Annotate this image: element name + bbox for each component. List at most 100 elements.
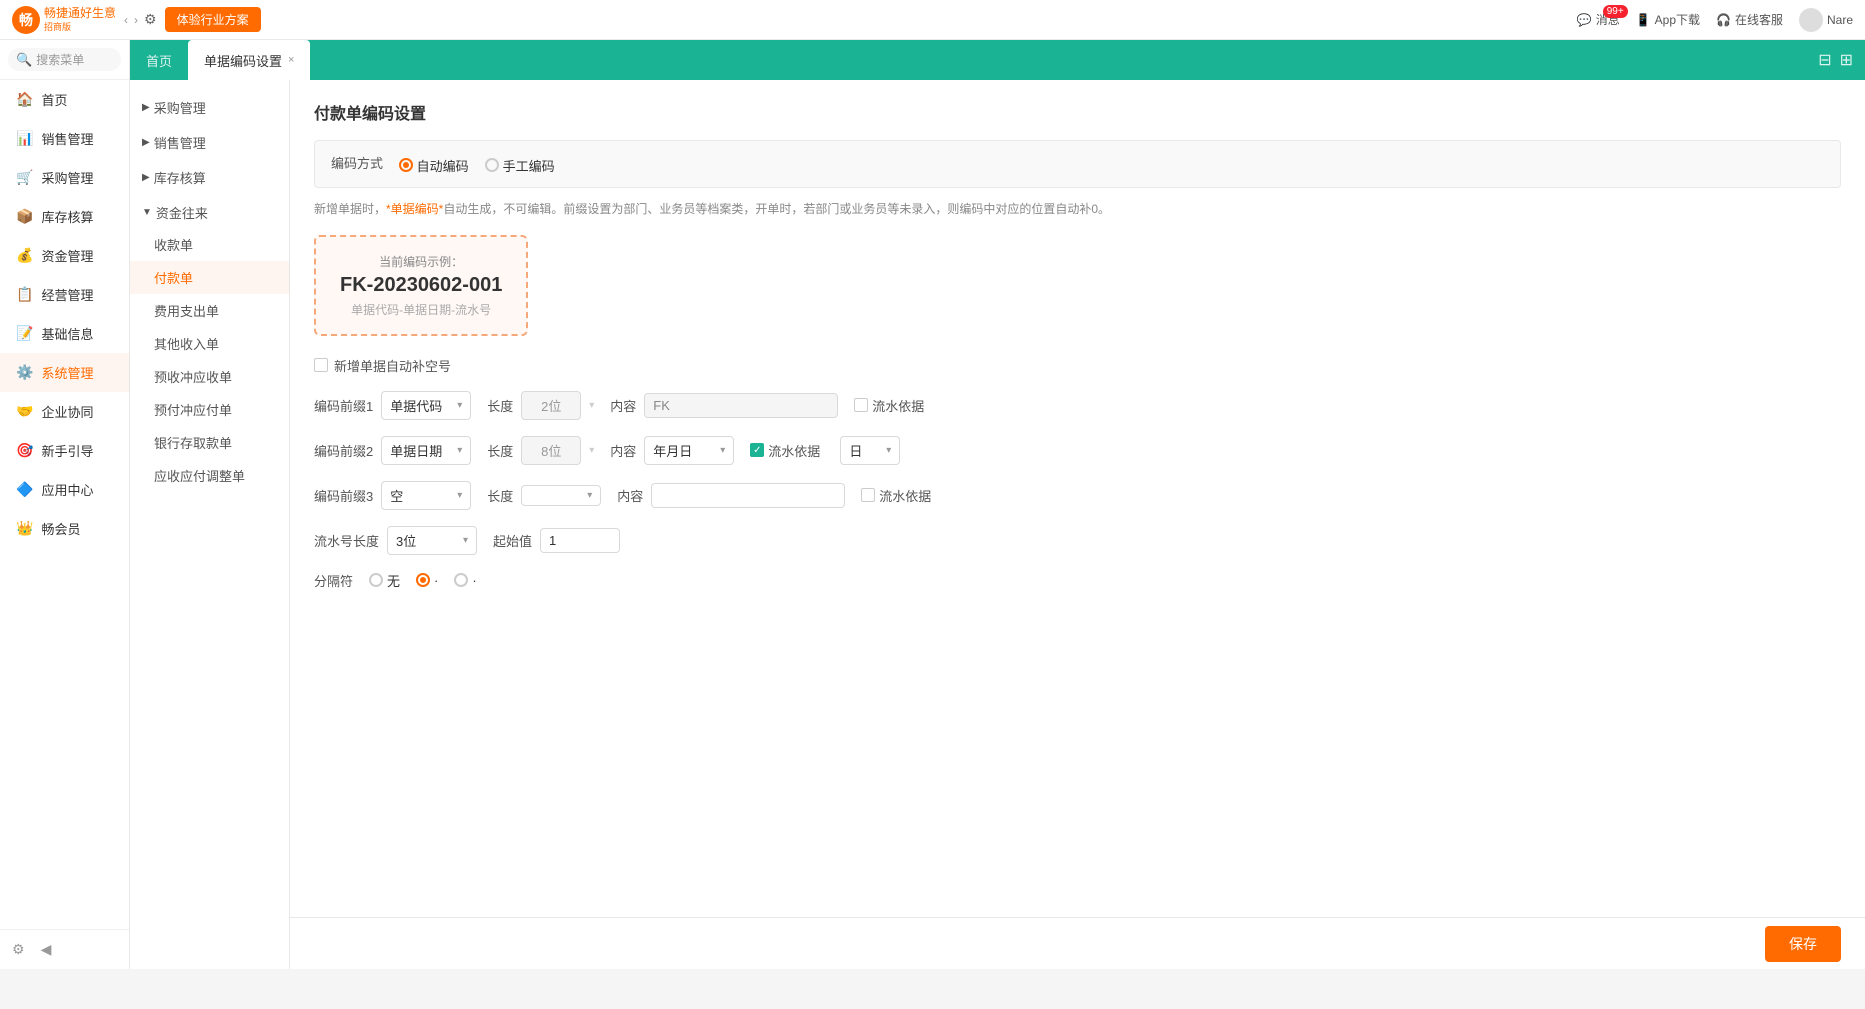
sub-nav-label: 资金往来: [156, 203, 208, 222]
app-download-button[interactable]: 📱 App下载: [1636, 11, 1700, 28]
auto-encode-option[interactable]: 自动编码: [399, 156, 469, 175]
online-service-button[interactable]: 🎧 在线客服: [1716, 11, 1783, 28]
nav-prev-icon[interactable]: ‹: [124, 13, 128, 27]
sidebar-item-member[interactable]: 👑 畅会员: [0, 509, 129, 548]
settings-icon[interactable]: ⚙: [144, 11, 157, 28]
length3-field: 长度 ▾: [487, 485, 601, 506]
tab-home[interactable]: 首页: [130, 40, 188, 80]
tab-close-button[interactable]: ×: [288, 54, 294, 66]
sidebar-item-home[interactable]: 🏠 首页: [0, 80, 129, 119]
auto-fill-row: 新增单据自动补空号: [314, 356, 1841, 375]
content-area: ▶ 采购管理 ▶ 销售管理 ▶ 库存核算 ▼ 资金往来: [130, 80, 1865, 969]
length3-select[interactable]: ▾: [521, 485, 601, 506]
sub-nav-label: 库存核算: [154, 168, 206, 187]
auto-encode-radio[interactable]: [399, 158, 413, 172]
length2-field: 长度 8位 ▾: [487, 436, 594, 465]
sidebar-item-sales[interactable]: 📊 销售管理: [0, 119, 129, 158]
sub-nav-item-bank-savings[interactable]: 银行存取款单: [130, 426, 289, 459]
stream1-checkbox[interactable]: [854, 398, 868, 412]
sub-nav-header-sales[interactable]: ▶ 销售管理: [130, 127, 289, 158]
manual-encode-radio[interactable]: [485, 158, 499, 172]
nav-next-icon[interactable]: ›: [134, 13, 138, 27]
save-button[interactable]: 保存: [1765, 926, 1841, 962]
sidebar-item-system[interactable]: ⚙️ 系统管理: [0, 353, 129, 392]
separator-dot2-radio[interactable]: [454, 573, 468, 587]
sidebar-item-apps[interactable]: 🔷 应用中心: [0, 470, 129, 509]
sub-nav-item-expense[interactable]: 费用支出单: [130, 294, 289, 327]
separator-none-radio[interactable]: [369, 573, 383, 587]
stream-number-row: 流水号长度 3位 ▾ 起始值: [314, 526, 1841, 555]
settings-footer-icon[interactable]: ⚙: [12, 941, 25, 958]
sidebar-item-cooperation[interactable]: 🤝 企业协同: [0, 392, 129, 431]
tab-minimize-icon[interactable]: ⊟: [1818, 50, 1831, 70]
sub-nav-item-advance-offset[interactable]: 预付冲应付单: [130, 393, 289, 426]
sidebar-item-finance[interactable]: 💰 资金管理: [0, 236, 129, 275]
stream-length-select[interactable]: 3位 ▾: [387, 526, 477, 555]
prefix3-select[interactable]: 空 ▾: [381, 481, 471, 510]
sidebar-item-operations[interactable]: 📋 经营管理: [0, 275, 129, 314]
form-area: 付款单编码设置 编码方式 自动编码 手工编码: [290, 80, 1865, 917]
user-menu[interactable]: Nare: [1799, 8, 1853, 32]
separator-dot-option[interactable]: ·: [416, 573, 438, 588]
logo-text: 畅捷通好生意 招商版: [44, 6, 116, 33]
separator-dot2-label: ·: [472, 573, 476, 588]
encode-radio-group: 自动编码 手工编码: [399, 156, 555, 175]
sidebar-item-basic[interactable]: 📝 基础信息: [0, 314, 129, 353]
sub-nav-item-receipt[interactable]: 收款单: [130, 228, 289, 261]
content2-value: 年月日: [653, 441, 692, 460]
content1-field: 内容: [610, 393, 838, 418]
content2-field: 内容 年月日 ▾: [610, 436, 734, 465]
chevron-down-icon: ▾: [463, 535, 468, 546]
sidebar-item-inventory[interactable]: 📦 库存核算: [0, 197, 129, 236]
top-bar-left: 畅 畅捷通好生意 招商版 ‹ › ⚙ 体验行业方案: [12, 6, 261, 34]
sidebar-item-guide[interactable]: 🎯 新手引导: [0, 431, 129, 470]
trial-button[interactable]: 体验行业方案: [165, 7, 261, 32]
stream3-checkbox[interactable]: [861, 488, 875, 502]
sub-nav-item-other-income[interactable]: 其他收入单: [130, 327, 289, 360]
separator-label: 分隔符: [314, 571, 353, 590]
chevron-down-icon: ▾: [589, 400, 594, 411]
sub-nav-item-adjustment[interactable]: 应收应付调整单: [130, 459, 289, 492]
code-preview-box: 当前编码示例： FK-20230602-001 单据代码-单据日期-流水号: [314, 235, 528, 336]
separator-section: 分隔符 无 · ·: [314, 571, 1841, 590]
sidebar-item-label: 销售管理: [41, 129, 93, 148]
tab-encode-settings[interactable]: 单据编码设置 ×: [188, 40, 310, 80]
sidebar-search-area[interactable]: 🔍 搜索菜单: [0, 40, 129, 80]
message-badge: 99+: [1603, 5, 1628, 18]
sub-nav-header-purchase[interactable]: ▶ 采购管理: [130, 92, 289, 123]
prefix1-select[interactable]: 单据代码 ▾: [381, 391, 471, 420]
stream-length-field: 流水号长度 3位 ▾: [314, 526, 477, 555]
sidebar-item-label: 畅会员: [41, 519, 80, 538]
message-button[interactable]: 💬 消息 99+: [1577, 11, 1620, 28]
manual-encode-option[interactable]: 手工编码: [485, 156, 555, 175]
sub-nav-item-prepay-offset[interactable]: 预收冲应收单: [130, 360, 289, 393]
apps-icon: 🔷: [16, 481, 33, 498]
prefix2-select[interactable]: 单据日期 ▾: [381, 436, 471, 465]
logo-icon: 畅: [12, 6, 40, 34]
separator-dot2-option[interactable]: ·: [454, 573, 476, 588]
separator-dot-radio[interactable]: [416, 573, 430, 587]
day-select[interactable]: 日 ▾: [840, 436, 900, 465]
content3-input[interactable]: [651, 483, 845, 508]
start-value-label: 起始值: [493, 531, 532, 550]
tab-maximize-icon[interactable]: ⊞: [1840, 50, 1853, 70]
separator-none-option[interactable]: 无: [369, 571, 400, 590]
sub-nav-header-capital[interactable]: ▼ 资金往来: [130, 197, 289, 228]
search-button[interactable]: 🔍 搜索菜单: [8, 48, 121, 71]
collapse-icon[interactable]: ◀: [41, 941, 52, 958]
prefix3-value: 空: [390, 486, 403, 505]
auto-fill-checkbox[interactable]: [314, 358, 328, 372]
sidebar-item-purchase[interactable]: 🛒 采购管理: [0, 158, 129, 197]
content2-select[interactable]: 年月日 ▾: [644, 436, 734, 465]
content3-field: 内容: [617, 483, 845, 508]
start-value-input[interactable]: [540, 528, 620, 553]
user-name: Nare: [1827, 13, 1853, 27]
stream2-checkbox[interactable]: ✓: [750, 443, 764, 457]
length1-input: 2位: [521, 391, 581, 420]
page-title: 付款单编码设置: [314, 100, 1841, 124]
form-wrapper: 付款单编码设置 编码方式 自动编码 手工编码: [290, 80, 1865, 969]
sub-nav-item-payment[interactable]: 付款单: [130, 261, 289, 294]
sub-nav-group-capital: ▼ 资金往来 收款单 付款单 费用支出单 其他收入单 预收冲应收单 预付冲应付单…: [130, 197, 289, 492]
chevron-down-icon: ▾: [886, 445, 891, 456]
sub-nav-header-inventory[interactable]: ▶ 库存核算: [130, 162, 289, 193]
